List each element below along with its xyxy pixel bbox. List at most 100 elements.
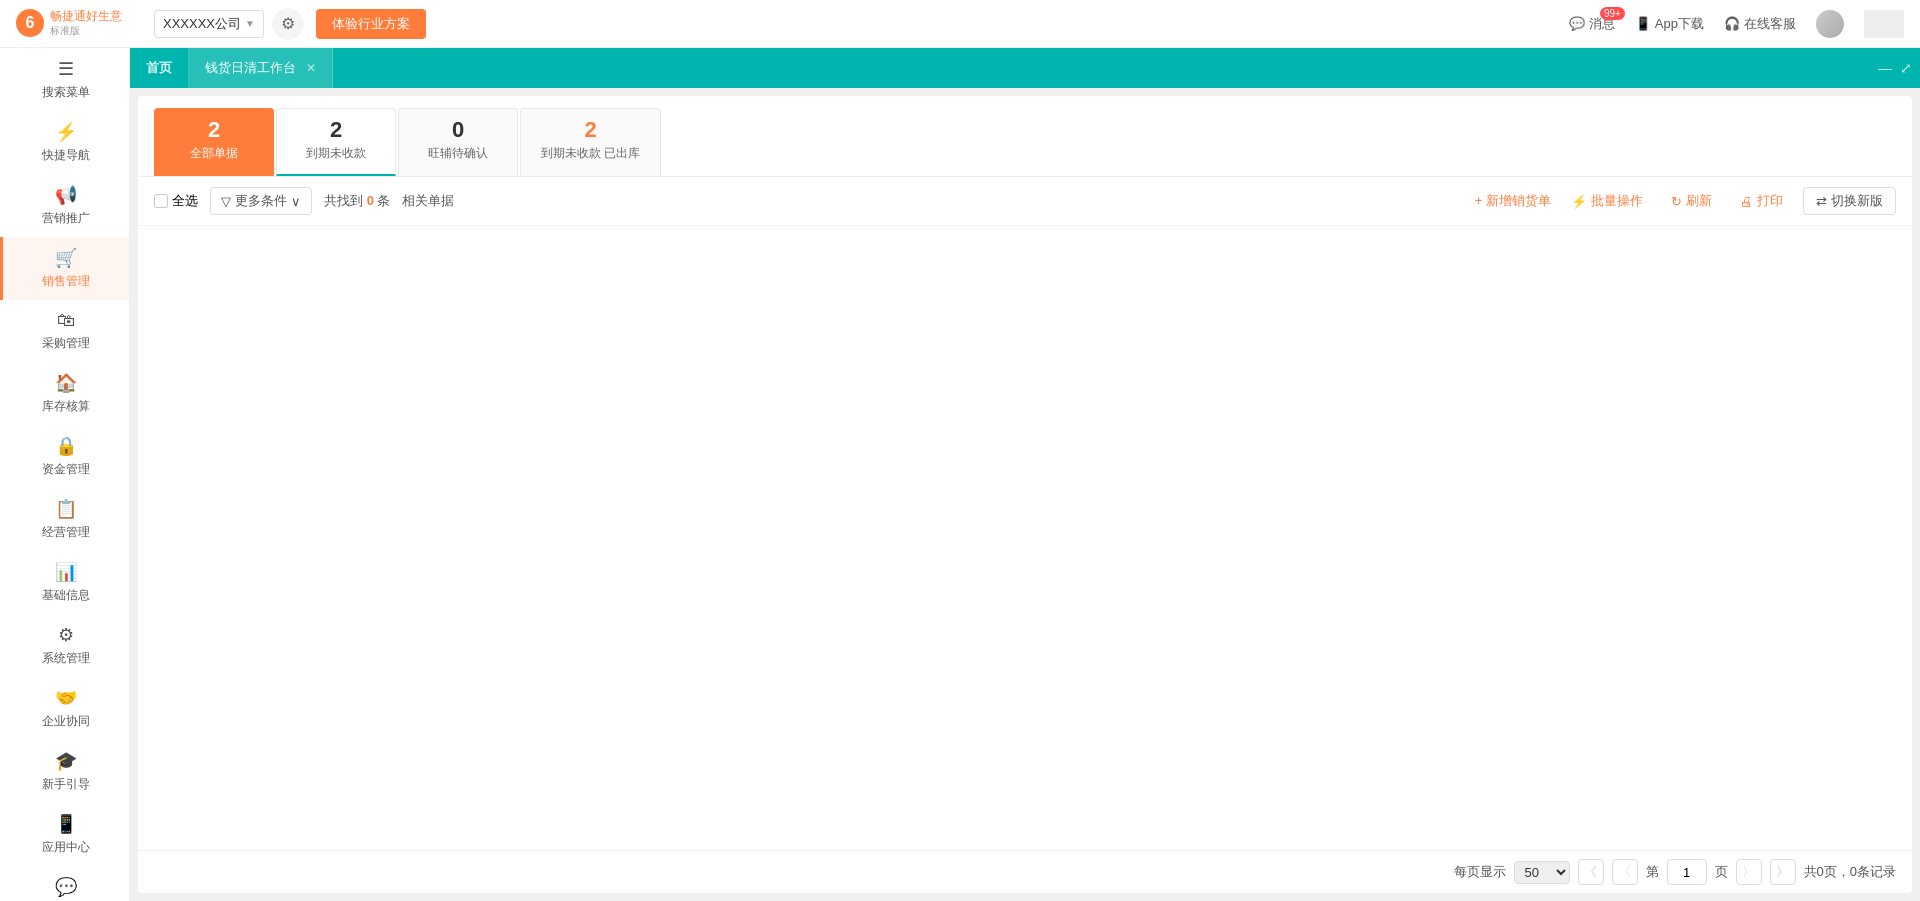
logo-badge: 标准版 (50, 24, 122, 38)
sidebar-label-purchase-mgmt: 采购管理 (42, 335, 90, 352)
filter-chevron-icon: ∨ (291, 194, 301, 209)
sidebar-item-quick-nav[interactable]: ⚡ 快捷导航 (0, 111, 129, 174)
user-name-area[interactable] (1864, 10, 1904, 38)
company-selector[interactable]: XXXXXX公司 ▼ (154, 10, 264, 38)
purchase-icon: 🛍 (57, 310, 75, 331)
sidebar-item-marketing[interactable]: 📢 营销推广 (0, 174, 129, 237)
filter-button[interactable]: ▽ 更多条件 ∨ (210, 187, 312, 215)
tab-controls: — ⤢ (1870, 48, 1920, 88)
logo-text: 畅捷通好生意 (50, 9, 122, 23)
print-label: 打印 (1757, 192, 1783, 210)
new-sales-button[interactable]: + 新增销货单 (1475, 192, 1551, 210)
company-name: XXXXXX公司 (163, 15, 241, 33)
tab-maximize-icon[interactable]: ⤢ (1900, 60, 1912, 76)
filter-label: 更多条件 (235, 192, 287, 210)
per-page-select[interactable]: 50 100 200 (1514, 861, 1570, 884)
tab-home-label: 首页 (146, 59, 172, 77)
sidebar-label-enterprise-collab: 企业协同 (42, 713, 90, 730)
stats-not-shipped-label: 到期未收款 已出库 (541, 145, 640, 162)
sidebar-label-beginner-guide: 新手引导 (42, 776, 90, 793)
sidebar-item-purchase-mgmt[interactable]: 🛍 采购管理 (0, 300, 129, 362)
sidebar-item-operations[interactable]: 📋 经营管理 (0, 488, 129, 551)
tab-home[interactable]: 首页 (130, 48, 189, 88)
sidebar-label-quick-nav: 快捷导航 (42, 147, 90, 164)
sidebar-item-basic-info[interactable]: 📊 基础信息 (0, 551, 129, 614)
message-icon: 💬 (1569, 16, 1585, 31)
message-button[interactable]: 💬 消息 99+ (1569, 15, 1615, 33)
print-icon: 🖨 (1740, 194, 1753, 209)
batch-ops-button[interactable]: ⚡ 批量操作 (1563, 188, 1651, 214)
online-service-label: 在线客服 (1744, 15, 1796, 33)
switch-version-button[interactable]: ⇄ 切换新版 (1803, 187, 1896, 215)
tab-workbench[interactable]: 钱货日清工作台 ✕ (189, 48, 333, 88)
sidebar-item-app-center[interactable]: 📱 应用中心 (0, 803, 129, 866)
stats-tab-overdue-not-shipped[interactable]: 2 到期未收款 已出库 (520, 108, 661, 176)
batch-icon: ⚡ (1571, 194, 1587, 209)
sidebar-label-operations: 经营管理 (42, 524, 90, 541)
logo-icon: 6 (16, 9, 44, 37)
per-page-label: 每页显示 (1454, 863, 1506, 881)
switch-icon: ⇄ (1816, 194, 1827, 209)
settings-button[interactable]: ⚙ (272, 8, 304, 40)
mobile-icon: 📱 (1635, 16, 1651, 31)
stats-tab-wangwang[interactable]: 0 旺辅待确认 (398, 108, 518, 176)
sidebar-item-finance[interactable]: 🔒 资金管理 (0, 425, 129, 488)
tab-close-icon[interactable]: ✕ (306, 61, 316, 75)
sidebar-item-inventory[interactable]: 🏠 库存核算 (0, 362, 129, 425)
stats-wangwang-label: 旺辅待确认 (419, 145, 497, 162)
checkbox-icon (154, 194, 168, 208)
app-download-button[interactable]: 📱 App下载 (1635, 15, 1704, 33)
sidebar-item-enterprise-wechat[interactable]: 💬 企业微信 (0, 866, 129, 901)
table-area (138, 226, 1912, 850)
page-number-input[interactable] (1667, 859, 1707, 885)
select-all-checkbox[interactable]: 全选 (154, 192, 198, 210)
stats-tab-overdue-unpaid[interactable]: 2 到期未收款 (276, 108, 396, 176)
first-page-button[interactable]: 《 (1578, 859, 1604, 885)
sidebar-label-basic-info: 基础信息 (42, 587, 90, 604)
refresh-label: 刷新 (1686, 192, 1712, 210)
inventory-icon: 🏠 (55, 372, 77, 394)
toolbar: 全选 ▽ 更多条件 ∨ 共找到 0 条 相关单据 + 新增销货单 (138, 177, 1912, 226)
app-center-icon: 📱 (55, 813, 77, 835)
next-page-button[interactable]: 〉 (1736, 859, 1762, 885)
sales-icon: 🛒 (55, 247, 77, 269)
select-all-label: 全选 (172, 192, 198, 210)
enterprise-wechat-icon: 💬 (55, 876, 77, 898)
main-layout: ☰ 搜索菜单 ⚡ 快捷导航 📢 营销推广 🛒 销售管理 🛍 采购管理 🏠 库存核… (0, 48, 1920, 901)
prev-page-button[interactable]: 〈 (1612, 859, 1638, 885)
sidebar-item-search-menu[interactable]: ☰ 搜索菜单 (0, 48, 129, 111)
online-service-button[interactable]: 🎧 在线客服 (1724, 15, 1796, 33)
sidebar-label-search-menu: 搜索菜单 (42, 84, 90, 101)
stats-tab-all[interactable]: 2 全部单据 (154, 108, 274, 176)
tab-minimize-icon[interactable]: — (1878, 60, 1892, 76)
operations-icon: 📋 (55, 498, 77, 520)
experience-button[interactable]: 体验行业方案 (316, 9, 426, 39)
sidebar-label-sales-mgmt: 销售管理 (42, 273, 90, 290)
empty-state (154, 234, 1896, 534)
sidebar-item-sys-mgmt[interactable]: ⚙ 系统管理 (0, 614, 129, 677)
sidebar-item-enterprise-collab[interactable]: 🤝 企业协同 (0, 677, 129, 740)
page-content: 2 全部单据 2 到期未收款 0 旺辅待确认 2 到期未收款 已出库 (138, 96, 1912, 893)
toolbar-right: + 新增销货单 ⚡ 批量操作 ↻ 刷新 🖨 打印 ⇄ (1475, 187, 1896, 215)
stats-overdue-number: 2 (297, 117, 375, 143)
pagination: 每页显示 50 100 200 《 〈 第 页 〉 》 共0页，0条记录 (138, 850, 1912, 893)
sidebar-item-beginner-guide[interactable]: 🎓 新手引导 (0, 740, 129, 803)
batch-ops-label: 批量操作 (1591, 192, 1643, 210)
refresh-button[interactable]: ↻ 刷新 (1663, 188, 1720, 214)
marketing-icon: 📢 (55, 184, 77, 206)
sidebar-label-finance: 资金管理 (42, 461, 90, 478)
search-menu-icon: ☰ (58, 58, 74, 80)
print-button[interactable]: 🖨 打印 (1732, 188, 1791, 214)
last-page-button[interactable]: 》 (1770, 859, 1796, 885)
sidebar-item-sales-mgmt[interactable]: 🛒 销售管理 (0, 237, 129, 300)
sidebar-label-marketing: 营销推广 (42, 210, 90, 227)
related-order-link[interactable]: 相关单据 (402, 192, 454, 210)
logo-area: 6 畅捷通好生意 标准版 (16, 9, 146, 37)
basic-info-icon: 📊 (55, 561, 77, 583)
sidebar-label-inventory: 库存核算 (42, 398, 90, 415)
message-badge: 99+ (1600, 7, 1625, 20)
sidebar-label-app-center: 应用中心 (42, 839, 90, 856)
stats-wangwang-number: 0 (419, 117, 497, 143)
user-avatar[interactable] (1816, 10, 1844, 38)
enterprise-collab-icon: 🤝 (55, 687, 77, 709)
